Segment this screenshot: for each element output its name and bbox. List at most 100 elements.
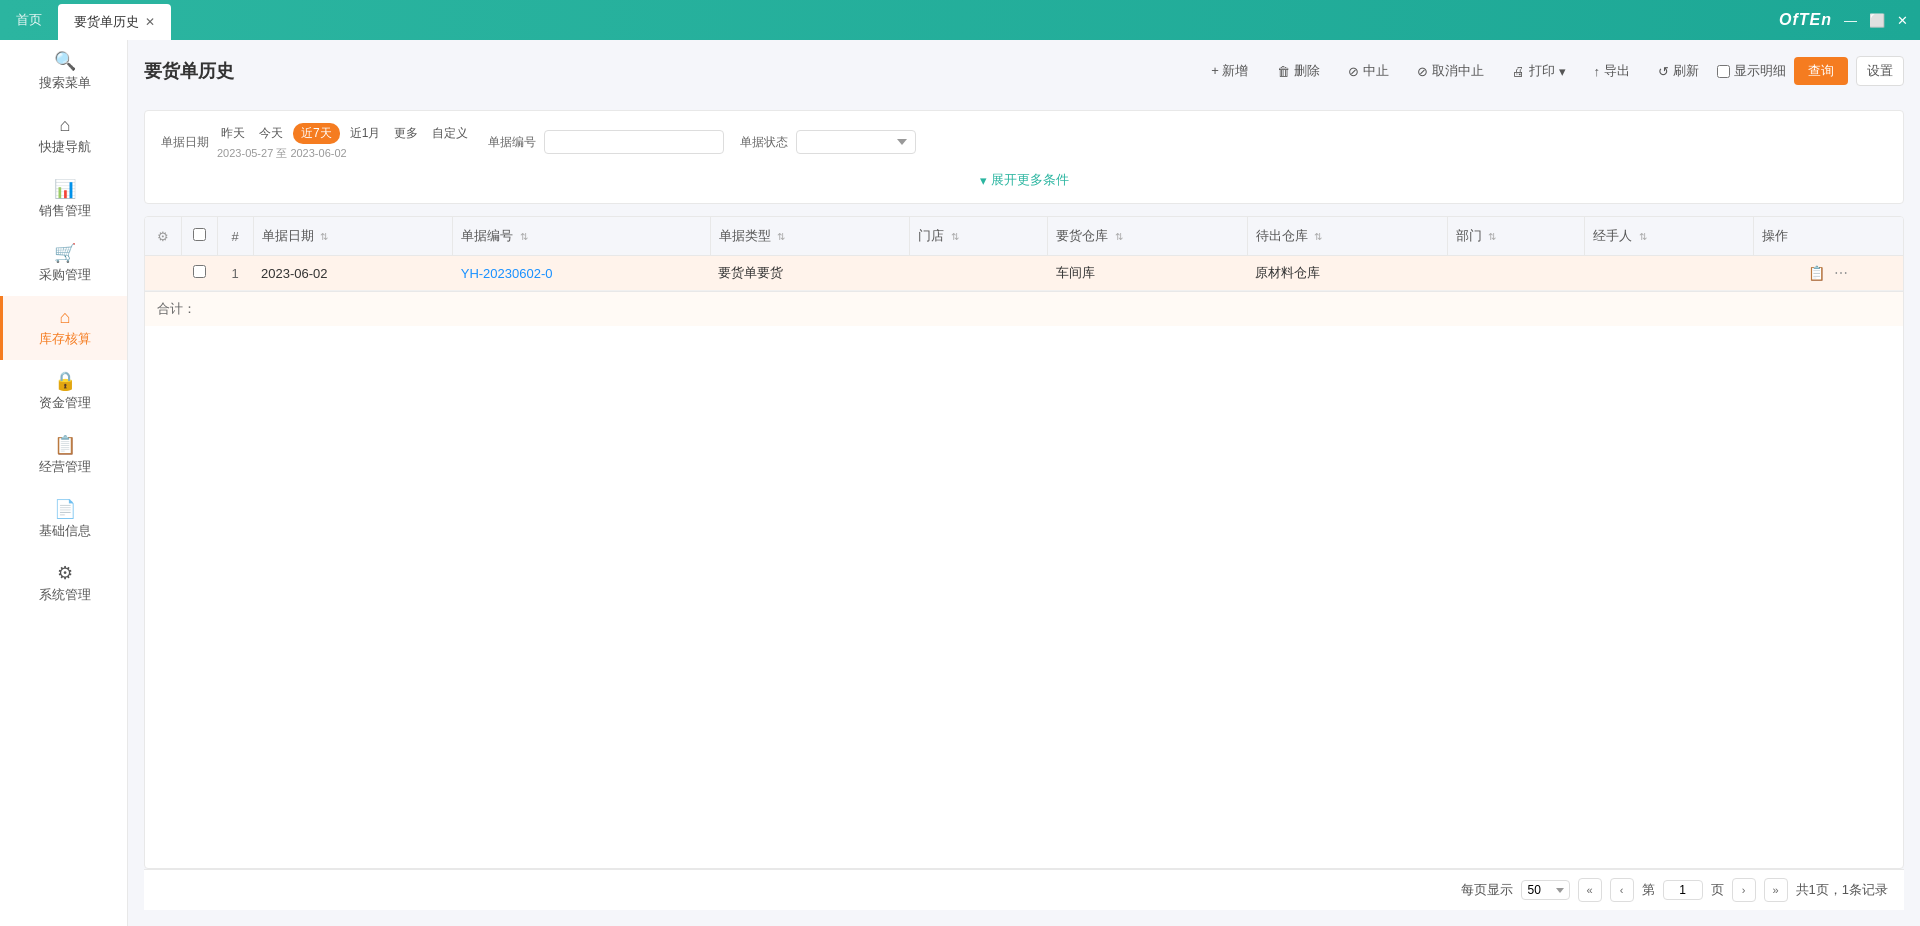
layout: 🔍 搜索菜单 ⌂ 快捷导航 📊 销售管理 🛒 采购管理 ⌂ 库存核算 🔒 资金管… — [0, 40, 1920, 926]
table-handler-col: 经手人 ⇅ — [1585, 217, 1754, 256]
prev-page-button[interactable]: ‹ — [1610, 878, 1634, 902]
brand-label: OfTEn — [1779, 11, 1832, 29]
tab-home-label: 首页 — [16, 11, 42, 29]
query-button[interactable]: 查询 — [1794, 57, 1848, 85]
sidebar-item-finance-label: 资金管理 — [39, 394, 91, 412]
tab-close-icon[interactable]: ✕ — [145, 15, 155, 29]
table-dept-col: 部门 ⇅ — [1447, 217, 1585, 256]
cancel-stop-button[interactable]: ⊘ 取消中止 — [1407, 57, 1494, 85]
pagination-bar: 每页显示 10 20 50 100 « ‹ 第 页 › » 共1页，1条记录 — [144, 869, 1904, 910]
top-bar: 首页 要货单历史 ✕ OfTEn — ⬜ ✕ — [0, 0, 1920, 40]
last-page-button[interactable]: » — [1764, 878, 1788, 902]
expand-more-area: ▾ 展开更多条件 — [161, 169, 1887, 191]
sidebar-item-shortcut-label: 快捷导航 — [39, 138, 91, 156]
today-shortcut[interactable]: 今天 — [255, 123, 287, 144]
export-label: 导出 — [1604, 62, 1630, 80]
page-size-label: 每页显示 — [1461, 881, 1513, 899]
tab-home[interactable]: 首页 — [0, 0, 58, 40]
sidebar-item-purchase-label: 采购管理 — [39, 266, 91, 284]
dept-sort-icon[interactable]: ⇅ — [1488, 231, 1496, 242]
row-date: 2023-06-02 — [253, 256, 453, 291]
req-warehouse-sort-icon[interactable]: ⇅ — [1115, 231, 1123, 242]
window-maximize-icon[interactable]: ⬜ — [1869, 13, 1885, 28]
sidebar-item-basic-info[interactable]: 📄 基础信息 — [0, 488, 127, 552]
delete-label: 删除 — [1294, 62, 1320, 80]
sidebar-item-basic-info-label: 基础信息 — [39, 522, 91, 540]
settings-button[interactable]: 设置 — [1856, 56, 1904, 86]
export-button[interactable]: ↑ 导出 — [1584, 57, 1641, 85]
row-department — [1447, 256, 1585, 291]
print-button[interactable]: 🖨 打印 ▾ — [1502, 57, 1576, 85]
page-input[interactable] — [1663, 880, 1703, 900]
display-detail-label: 显示明细 — [1734, 62, 1786, 80]
sidebar-item-sales[interactable]: 📊 销售管理 — [0, 168, 127, 232]
sidebar-item-operations[interactable]: 📋 经营管理 — [0, 424, 127, 488]
display-detail-checkbox[interactable] — [1717, 65, 1730, 78]
sidebar-item-finance[interactable]: 🔒 资金管理 — [0, 360, 127, 424]
sidebar-item-sales-label: 销售管理 — [39, 202, 91, 220]
top-bar-right: OfTEn — ⬜ ✕ — [1767, 11, 1920, 29]
date-sort-icon[interactable]: ⇅ — [320, 231, 328, 242]
delete-button[interactable]: 🗑 删除 — [1267, 57, 1330, 85]
page-title: 要货单历史 — [144, 59, 234, 83]
tab-requisition-history[interactable]: 要货单历史 ✕ — [58, 4, 171, 40]
print-icon: 🖨 — [1512, 64, 1525, 79]
more-shortcut[interactable]: 更多 — [390, 123, 422, 144]
yesterday-shortcut[interactable]: 昨天 — [217, 123, 249, 144]
row-view-icon[interactable]: 📋 — [1808, 265, 1825, 281]
select-all-checkbox[interactable] — [193, 228, 206, 241]
tab-requisition-label: 要货单历史 — [74, 13, 139, 31]
row-handler — [1585, 256, 1754, 291]
expand-more-button[interactable]: ▾ 展开更多条件 — [972, 169, 1077, 191]
row-doctype: 要货单要货 — [710, 256, 910, 291]
status-filter-group: 单据状态 — [740, 130, 916, 154]
sidebar-item-inventory-label: 库存核算 — [39, 330, 91, 348]
row-checkbox[interactable] — [193, 265, 206, 278]
first-page-button[interactable]: « — [1578, 878, 1602, 902]
docno-sort-icon[interactable]: ⇅ — [520, 231, 528, 242]
row-more-icon[interactable]: ⋯ — [1834, 265, 1848, 281]
page-suffix: 页 — [1711, 881, 1724, 899]
table-operation-col: 操作 — [1753, 217, 1903, 256]
row-checkbox-cell — [181, 256, 217, 291]
refresh-icon: ↺ — [1658, 64, 1669, 79]
row-req-warehouse: 车间库 — [1048, 256, 1248, 291]
status-select[interactable] — [796, 130, 916, 154]
new-button[interactable]: + 新增 — [1201, 57, 1258, 85]
cancel-stop-label: 取消中止 — [1432, 62, 1484, 80]
next-page-button[interactable]: › — [1732, 878, 1756, 902]
table-settings-col[interactable]: ⚙ — [145, 217, 181, 256]
handler-sort-icon[interactable]: ⇅ — [1639, 231, 1647, 242]
row-docno: YH-20230602-0 — [453, 256, 710, 291]
row-docno-link[interactable]: YH-20230602-0 — [461, 266, 553, 281]
export-icon: ↑ — [1594, 64, 1601, 79]
sidebar-item-search[interactable]: 🔍 搜索菜单 — [0, 40, 127, 104]
sidebar-item-inventory[interactable]: ⌂ 库存核算 — [0, 296, 127, 360]
page-prefix: 第 — [1642, 881, 1655, 899]
pending-warehouse-sort-icon[interactable]: ⇅ — [1314, 231, 1322, 242]
window-minimize-icon[interactable]: — — [1844, 13, 1857, 28]
doc-number-input[interactable] — [544, 130, 724, 154]
window-close-icon[interactable]: ✕ — [1897, 13, 1908, 28]
new-label: + 新增 — [1211, 62, 1248, 80]
store-sort-icon[interactable]: ⇅ — [951, 231, 959, 242]
cart-icon: 🛒 — [54, 244, 76, 262]
custom-shortcut[interactable]: 自定义 — [428, 123, 472, 144]
sidebar-item-shortcut[interactable]: ⌂ 快捷导航 — [0, 104, 127, 168]
table-store-col: 门店 ⇅ — [910, 217, 1048, 256]
doctype-sort-icon[interactable]: ⇅ — [777, 231, 785, 242]
refresh-label: 刷新 — [1673, 62, 1699, 80]
row-pending-warehouse: 原材料仓库 — [1247, 256, 1447, 291]
tab-list: 首页 要货单历史 ✕ — [0, 0, 1767, 40]
last1month-shortcut[interactable]: 近1月 — [346, 123, 385, 144]
stop-button[interactable]: ⊘ 中止 — [1338, 57, 1399, 85]
last7days-shortcut[interactable]: 近7天 — [293, 123, 340, 144]
sidebar-item-system[interactable]: ⚙ 系统管理 — [0, 552, 127, 616]
display-detail-toggle[interactable]: 显示明细 — [1717, 62, 1786, 80]
sidebar-item-purchase[interactable]: 🛒 采购管理 — [0, 232, 127, 296]
row-actions: 📋 ⋯ — [1753, 256, 1903, 291]
page-size-select[interactable]: 10 20 50 100 — [1521, 880, 1570, 900]
search-icon: 🔍 — [54, 52, 76, 70]
table-row: 1 2023-06-02 YH-20230602-0 要货单要货 车间库 原材料… — [145, 256, 1903, 291]
refresh-button[interactable]: ↺ 刷新 — [1648, 57, 1709, 85]
